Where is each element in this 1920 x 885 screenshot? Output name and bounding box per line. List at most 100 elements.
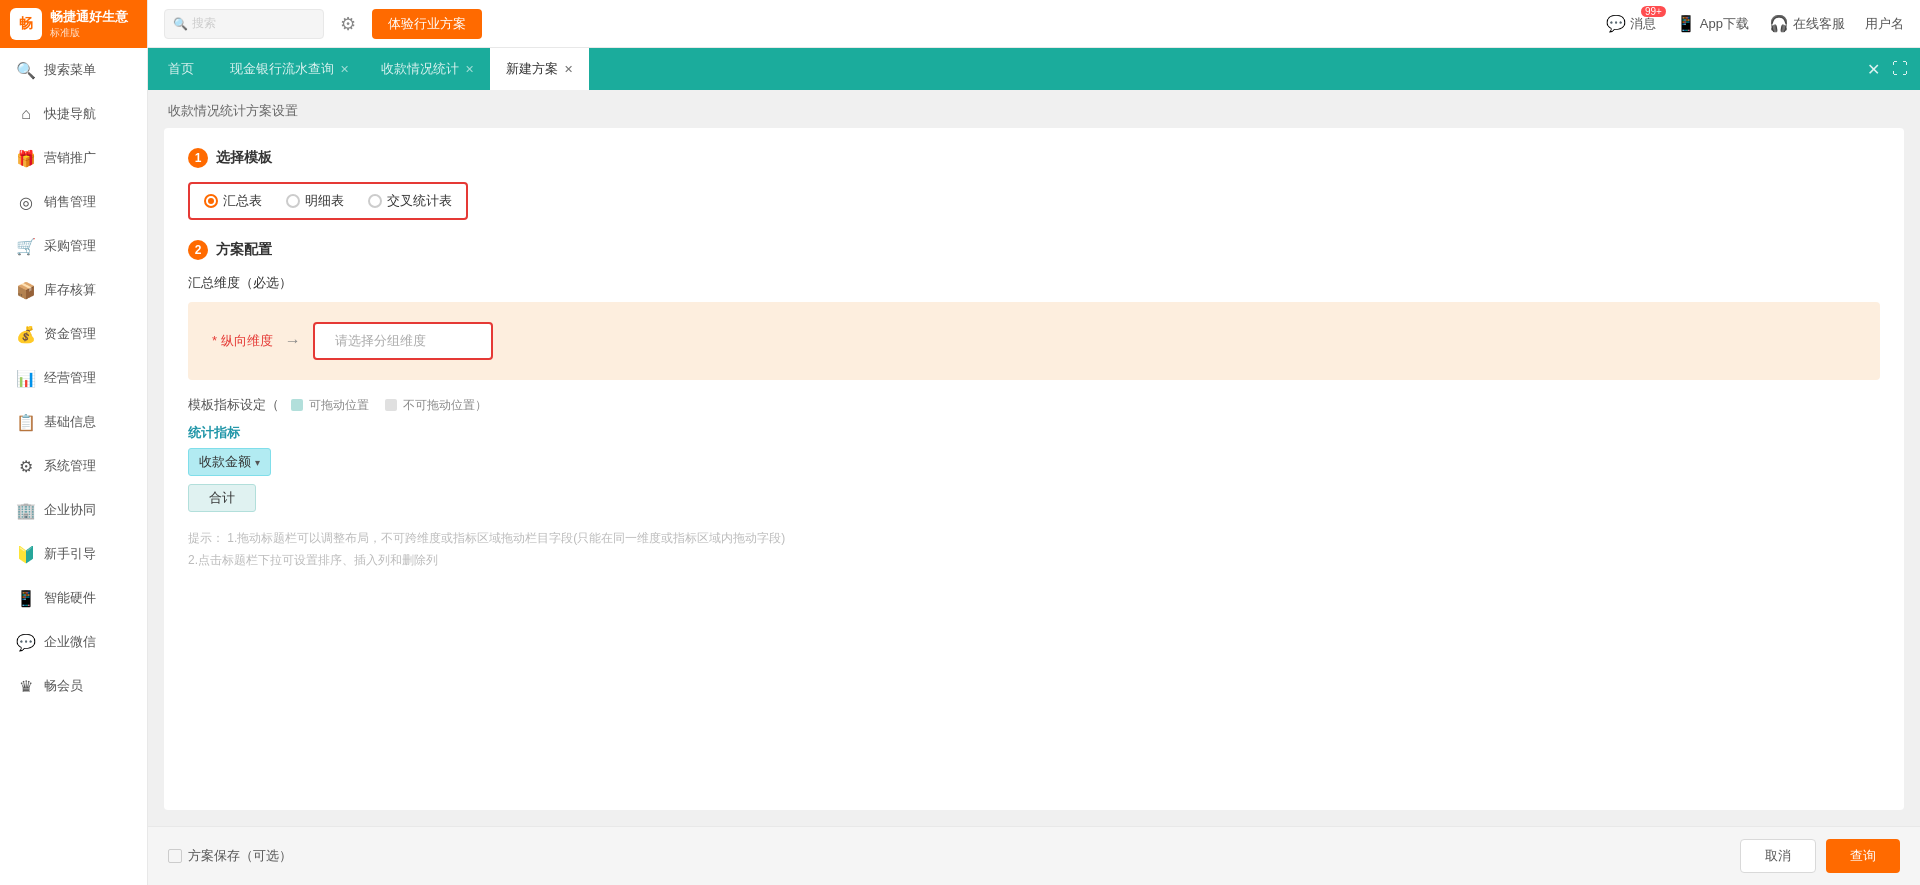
sidebar-item-system[interactable]: ⚙ 系统管理 bbox=[0, 444, 147, 488]
purchase-icon: 🛒 bbox=[16, 237, 36, 256]
guide-icon: 🔰 bbox=[16, 545, 36, 564]
sidebar-item-basic-info[interactable]: 📋 基础信息 bbox=[0, 400, 147, 444]
metrics-section: 模板指标设定（ 可拖动位置 不可拖动位置） bbox=[188, 396, 1880, 512]
metrics-sub-cell-total: 合计 bbox=[188, 484, 256, 512]
tab-new-plan-label: 新建方案 bbox=[506, 60, 558, 78]
query-button[interactable]: 查询 bbox=[1826, 839, 1900, 873]
radio-summary[interactable]: 汇总表 bbox=[204, 192, 262, 210]
page-breadcrumb: 收款情况统计方案设置 bbox=[148, 90, 1920, 128]
sidebar-logo: 畅 畅捷通好生意 标准版 bbox=[0, 0, 147, 48]
user-name: 用户名 bbox=[1865, 16, 1904, 31]
logo-subtitle: 标准版 bbox=[50, 26, 128, 40]
save-option[interactable]: 方案保存（可选） bbox=[168, 847, 292, 865]
sidebar-item-inventory[interactable]: 📦 库存核算 bbox=[0, 268, 147, 312]
dimension-arrow-icon: → bbox=[285, 332, 301, 350]
sidebar-item-enterprise[interactable]: 🏢 企业协同 bbox=[0, 488, 147, 532]
radio-cross-circle bbox=[368, 194, 382, 208]
smart-hw-icon: 📱 bbox=[16, 589, 36, 608]
message-button[interactable]: 💬 消息 99+ bbox=[1606, 14, 1656, 33]
tab-collection-stat-close[interactable]: ✕ bbox=[465, 63, 474, 76]
tab-new-plan-close[interactable]: ✕ bbox=[564, 63, 573, 76]
chevron-down-icon: ▾ bbox=[255, 457, 260, 468]
sidebar-item-finance[interactable]: 💰 资金管理 bbox=[0, 312, 147, 356]
logo-icon: 畅 bbox=[10, 8, 42, 40]
tab-home-label: 首页 bbox=[168, 60, 194, 78]
tab-expand-icon[interactable]: ⛶ bbox=[1892, 60, 1908, 78]
dimension-select[interactable]: 请选择分组维度 bbox=[313, 322, 493, 360]
metrics-cell-amount[interactable]: 收款金额 ▾ bbox=[188, 448, 271, 476]
logo-title: 畅捷通好生意 bbox=[50, 8, 128, 26]
tab-close-all-icon[interactable]: ✕ bbox=[1867, 60, 1880, 79]
bottom-bar: 方案保存（可选） 取消 查询 bbox=[148, 826, 1920, 885]
sidebar-item-marketing[interactable]: 🎁 营销推广 bbox=[0, 136, 147, 180]
hint-text: 提示： 1.拖动标题栏可以调整布局，不可跨维度或指标区域拖动栏目字段(只能在同一… bbox=[188, 528, 1880, 571]
tab-home[interactable]: 首页 bbox=[148, 48, 214, 90]
radio-cross-label: 交叉统计表 bbox=[387, 192, 452, 210]
template-radio-group: 汇总表 明细表 交叉统计表 bbox=[188, 182, 468, 220]
service-label: 在线客服 bbox=[1793, 15, 1845, 33]
radio-cross[interactable]: 交叉统计表 bbox=[368, 192, 452, 210]
topbar-search[interactable]: 🔍 搜索 bbox=[164, 9, 324, 39]
legend-movable: 可拖动位置 bbox=[291, 397, 369, 414]
tab-bank-flow-label: 现金银行流水查询 bbox=[230, 60, 334, 78]
tab-bank-flow[interactable]: 现金银行流水查询 ✕ bbox=[214, 48, 365, 90]
legend-movable-dot bbox=[291, 399, 303, 411]
inventory-icon: 📦 bbox=[16, 281, 36, 300]
sidebar-item-member[interactable]: ♛ 畅会员 bbox=[0, 664, 147, 708]
marketing-icon: 🎁 bbox=[16, 149, 36, 168]
finance-icon: 💰 bbox=[16, 325, 36, 344]
metrics-header: 模板指标设定（ 可拖动位置 不可拖动位置） bbox=[188, 396, 1880, 414]
app-icon: 📱 bbox=[1676, 14, 1696, 33]
radio-detail[interactable]: 明细表 bbox=[286, 192, 344, 210]
hint-line-2: 2.点击标题栏下拉可设置排序、插入列和删除列 bbox=[188, 550, 1880, 572]
gear-icon[interactable]: ⚙ bbox=[340, 13, 356, 35]
section-num-1: 1 bbox=[188, 148, 208, 168]
tabbar: 首页 现金银行流水查询 ✕ 收款情况统计 ✕ 新建方案 ✕ ✕ ⛶ bbox=[148, 48, 1920, 90]
sidebar-item-search-menu[interactable]: 🔍 搜索菜单 bbox=[0, 48, 147, 92]
sidebar-item-wechat[interactable]: 💬 企业微信 bbox=[0, 620, 147, 664]
sidebar-item-quick-nav[interactable]: ⌂ 快捷导航 bbox=[0, 92, 147, 136]
section-template-label: 选择模板 bbox=[216, 149, 272, 167]
section-template: 1 选择模板 汇总表 明细表 交叉统计表 bbox=[188, 148, 1880, 220]
main-card: 1 选择模板 汇总表 明细表 交叉统计表 bbox=[164, 128, 1904, 810]
section-plan-title: 2 方案配置 bbox=[188, 240, 1880, 260]
sidebar-item-guide[interactable]: 🔰 新手引导 bbox=[0, 532, 147, 576]
sidebar-item-operations[interactable]: 📊 经营管理 bbox=[0, 356, 147, 400]
radio-detail-label: 明细表 bbox=[305, 192, 344, 210]
user-info[interactable]: 用户名 bbox=[1865, 15, 1904, 33]
app-download-button[interactable]: 📱 App下载 bbox=[1676, 14, 1749, 33]
legend-movable-label: 可拖动位置 bbox=[309, 397, 369, 414]
radio-summary-label: 汇总表 bbox=[223, 192, 262, 210]
hint-line-1: 提示： 1.拖动标题栏可以调整布局，不可跨维度或指标区域拖动栏目字段(只能在同一… bbox=[188, 528, 1880, 550]
topbar-right: 💬 消息 99+ 📱 App下载 🎧 在线客服 用户名 bbox=[1606, 14, 1904, 33]
legend-fixed-label: 不可拖动位置） bbox=[403, 397, 487, 414]
tab-collection-stat-label: 收款情况统计 bbox=[381, 60, 459, 78]
section-template-title: 1 选择模板 bbox=[188, 148, 1880, 168]
dimension-area: * 纵向维度 → 请选择分组维度 bbox=[188, 302, 1880, 380]
basic-info-icon: 📋 bbox=[16, 413, 36, 432]
radio-summary-circle bbox=[204, 194, 218, 208]
tab-collection-stat[interactable]: 收款情况统计 ✕ bbox=[365, 48, 490, 90]
tab-new-plan[interactable]: 新建方案 ✕ bbox=[490, 48, 589, 90]
metrics-table-label: 统计指标 bbox=[188, 424, 1880, 442]
wechat-icon: 💬 bbox=[16, 633, 36, 652]
main-area: 🔍 搜索 ⚙ 体验行业方案 💬 消息 99+ 📱 App下载 🎧 在线客服 用户… bbox=[148, 0, 1920, 885]
save-checkbox[interactable] bbox=[168, 849, 182, 863]
tabbar-controls: ✕ ⛶ bbox=[1867, 60, 1920, 79]
sidebar: 畅 畅捷通好生意 标准版 🔍 搜索菜单 ⌂ 快捷导航 🎁 营销推广 ◎ 销售管理… bbox=[0, 0, 148, 885]
cancel-button[interactable]: 取消 bbox=[1740, 839, 1816, 873]
metrics-cell-label: 收款金额 bbox=[199, 453, 251, 471]
trial-button[interactable]: 体验行业方案 bbox=[372, 9, 482, 39]
app-label: App下载 bbox=[1700, 15, 1749, 33]
metrics-cells: 收款金额 ▾ bbox=[188, 448, 1880, 476]
sidebar-item-label: 搜索菜单 bbox=[44, 61, 96, 79]
member-icon: ♛ bbox=[16, 677, 36, 696]
online-service-button[interactable]: 🎧 在线客服 bbox=[1769, 14, 1845, 33]
sidebar-item-sales[interactable]: ◎ 销售管理 bbox=[0, 180, 147, 224]
sidebar-item-purchase[interactable]: 🛒 采购管理 bbox=[0, 224, 147, 268]
sidebar-item-smart-hw[interactable]: 📱 智能硬件 bbox=[0, 576, 147, 620]
dimension-row: * 纵向维度 → 请选择分组维度 bbox=[212, 322, 1856, 360]
search-icon: 🔍 bbox=[173, 17, 188, 31]
message-icon: 💬 bbox=[1606, 14, 1626, 33]
tab-bank-flow-close[interactable]: ✕ bbox=[340, 63, 349, 76]
